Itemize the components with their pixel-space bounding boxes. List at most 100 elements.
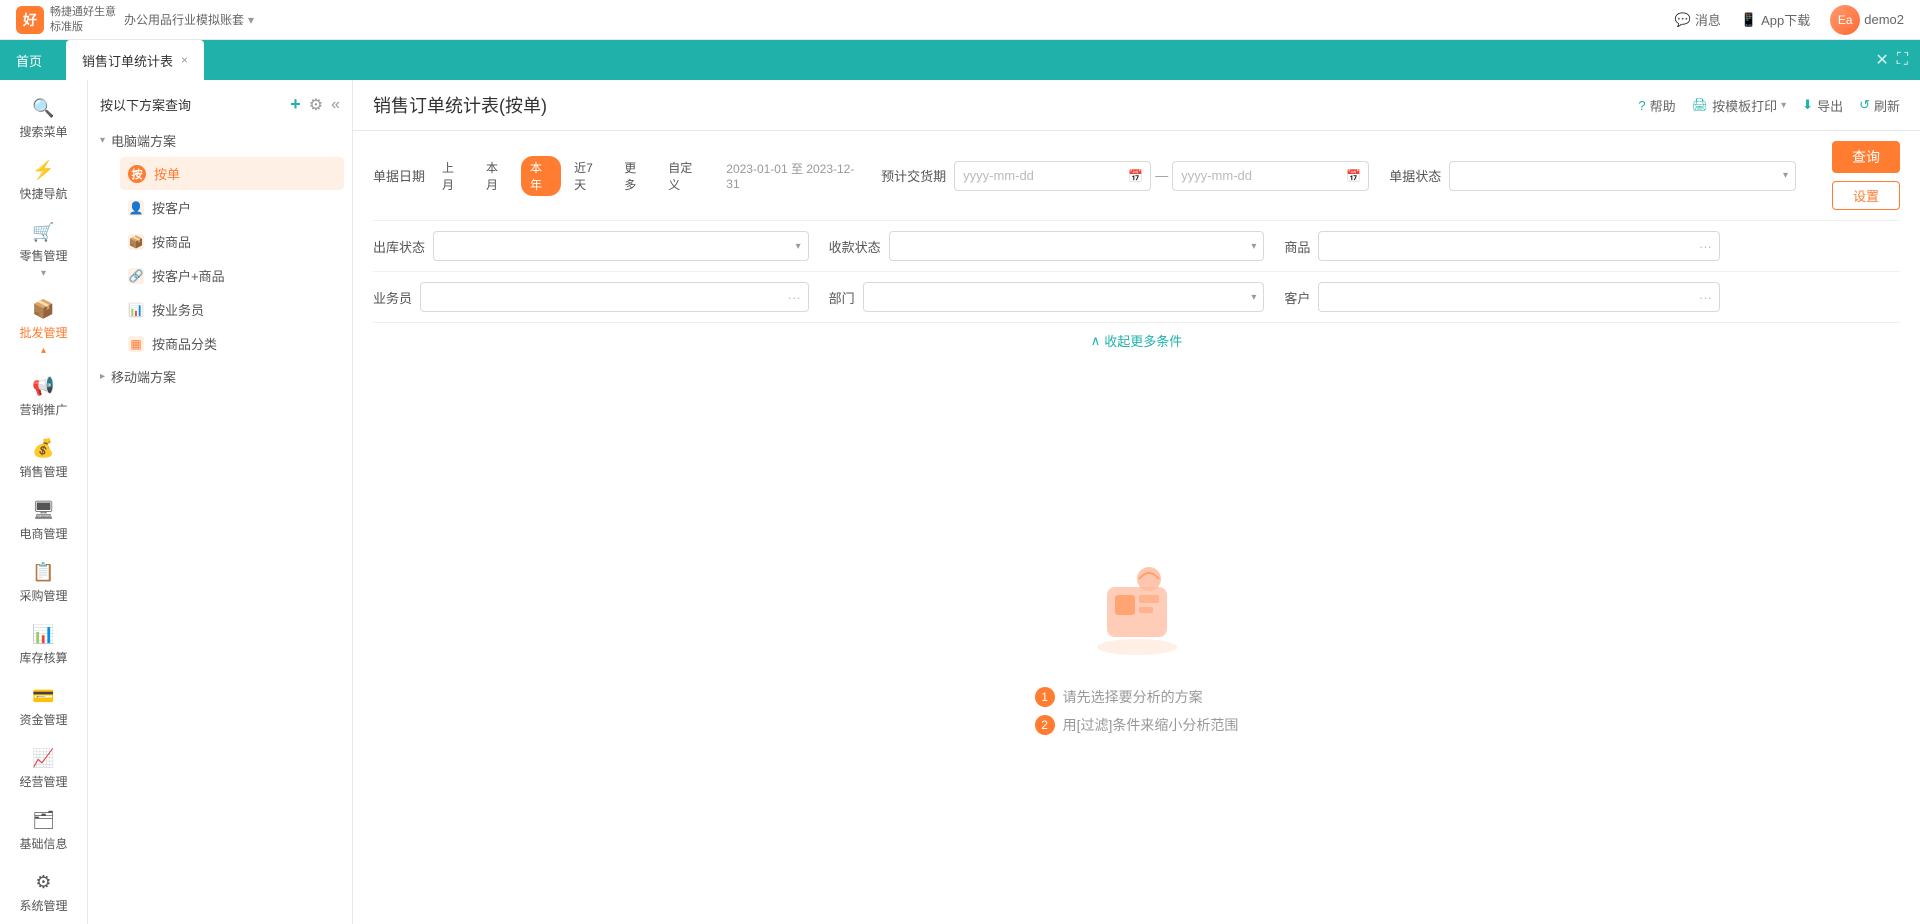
goods-more-icon[interactable]: ··· bbox=[1699, 239, 1712, 254]
delivery-status-select[interactable] bbox=[433, 231, 809, 261]
sidebar-item-finance[interactable]: 💳 资金管理 bbox=[0, 676, 87, 738]
add-scheme-button[interactable]: + bbox=[290, 94, 301, 115]
sidebar-item-sales[interactable]: 💰 销售管理 bbox=[0, 428, 87, 490]
tab-bar-right: ✕ ⛶ bbox=[1875, 50, 1920, 70]
inventory-icon: 📊 bbox=[32, 624, 54, 645]
collapse-label: 收起更多条件 bbox=[1104, 331, 1182, 350]
quicknav-icon: ⚡ bbox=[32, 160, 54, 181]
goods-label: 商品 bbox=[1284, 237, 1310, 256]
scheme-item-by-customer-product[interactable]: 🔗 按客户+商品 bbox=[120, 259, 344, 292]
wholesale-arrow-icon: ▴ bbox=[41, 345, 46, 356]
filter-cell-salesperson: 业务员 ··· bbox=[373, 282, 829, 312]
scheme-item-by-salesperson[interactable]: 📊 按业务员 bbox=[120, 293, 344, 326]
tab-close-all-icon[interactable]: ✕ bbox=[1875, 50, 1888, 70]
sidebar-item-marketing[interactable]: 📢 营销推广 bbox=[0, 366, 87, 428]
scheme-group-pc-header[interactable]: ▾ 电脑端方案 bbox=[88, 125, 352, 156]
salesperson-more-icon[interactable]: ··· bbox=[788, 290, 801, 305]
date-tabs: 上月 本月 本年 近7天 更多 自定义 bbox=[433, 156, 710, 196]
top-bar-right: 💬 消息 📱 App下载 Ea demo2 bbox=[1675, 5, 1904, 35]
date-label: 单据日期 bbox=[373, 166, 425, 185]
date-tab-this-year[interactable]: 本年 bbox=[521, 156, 561, 196]
user-action[interactable]: Ea demo2 bbox=[1830, 5, 1904, 35]
sidebar-item-purchase[interactable]: 📋 采购管理 bbox=[0, 552, 87, 614]
date-tab-7days[interactable]: 近7天 bbox=[565, 156, 611, 196]
settings-button[interactable]: 设置 bbox=[1832, 181, 1900, 210]
logo-text: 畅捷通好生意 标准版 bbox=[50, 5, 116, 34]
content-inner: 按以下方案查询 + ⚙ « ▾ 电脑端方案 bbox=[88, 80, 1920, 924]
scheme-item-by-category[interactable]: ▦ 按商品分类 bbox=[120, 327, 344, 360]
system-icon: ⚙ bbox=[35, 872, 51, 893]
tab-active[interactable]: 销售订单统计表 × bbox=[66, 40, 204, 80]
content-area: 按以下方案查询 + ⚙ « ▾ 电脑端方案 bbox=[88, 80, 1920, 924]
department-select[interactable] bbox=[863, 282, 1265, 312]
payment-status-select[interactable] bbox=[889, 231, 1265, 261]
date-tab-this-month[interactable]: 本月 bbox=[477, 156, 517, 196]
department-label: 部门 bbox=[829, 288, 855, 307]
scheme-group-mobile-header[interactable]: ▸ 移动端方案 bbox=[88, 361, 352, 392]
print-action[interactable]: 🖨 按模板打印 ▾ bbox=[1692, 96, 1787, 115]
salesperson-label: 业务员 bbox=[373, 288, 412, 307]
avatar: Ea bbox=[1830, 5, 1860, 35]
refresh-action[interactable]: ↺ 刷新 bbox=[1859, 96, 1900, 115]
filter-cell-customer: 客户 ··· bbox=[1284, 282, 1740, 312]
app-download-action[interactable]: 📱 App下载 bbox=[1741, 10, 1810, 29]
by-customer-icon: 👤 bbox=[128, 200, 144, 216]
sidebar-item-inventory[interactable]: 📊 库存核算 bbox=[0, 614, 87, 676]
date-tab-custom[interactable]: 自定义 bbox=[659, 156, 710, 196]
scheme-item-by-order[interactable]: 按 按单 bbox=[120, 157, 344, 190]
sidebar-item-quicknav[interactable]: ⚡ 快捷导航 bbox=[0, 150, 87, 212]
sidebar-item-ecommerce[interactable]: 🖥 电商管理 bbox=[0, 490, 87, 552]
settings-scheme-button[interactable]: ⚙ bbox=[309, 95, 323, 115]
tab-expand-icon[interactable]: ⛶ bbox=[1897, 51, 1908, 69]
tab-home[interactable]: 首页 bbox=[0, 40, 58, 80]
customer-input[interactable] bbox=[1318, 282, 1720, 312]
empty-step-2: 2 用[过滤]条件来缩小分析范围 bbox=[1035, 715, 1239, 735]
goods-input[interactable] bbox=[1318, 231, 1720, 261]
page-header-actions: ? 帮助 🖨 按模板打印 ▾ ⬇ 导出 ↺ bbox=[1638, 96, 1900, 115]
customer-more-icon[interactable]: ··· bbox=[1699, 290, 1712, 305]
forecast-date-label: 预计交货期 bbox=[881, 166, 946, 185]
salesperson-input[interactable] bbox=[420, 282, 809, 312]
left-panel-header: 按以下方案查询 + ⚙ « bbox=[88, 88, 352, 121]
breadcrumb-dropdown-icon[interactable]: ▾ bbox=[248, 13, 254, 27]
step-2-icon: 2 bbox=[1035, 715, 1055, 735]
left-panel-actions: + ⚙ « bbox=[290, 94, 340, 115]
scheme-item-by-product[interactable]: 📦 按商品 bbox=[120, 225, 344, 258]
pc-group-arrow-icon: ▾ bbox=[100, 135, 105, 146]
collapse-bar[interactable]: ∧ 收起更多条件 bbox=[373, 323, 1900, 358]
status-select[interactable] bbox=[1449, 161, 1796, 191]
query-button[interactable]: 查询 bbox=[1832, 141, 1900, 173]
date-range-info: 2023-01-01 至 2023-12-31 bbox=[726, 160, 861, 191]
export-action[interactable]: ⬇ 导出 bbox=[1802, 96, 1843, 115]
step-1-icon: 1 bbox=[1035, 687, 1055, 707]
forecast-date-start[interactable] bbox=[954, 161, 1151, 191]
tab-close-button[interactable]: × bbox=[181, 53, 188, 67]
by-customer-product-icon: 🔗 bbox=[128, 268, 144, 284]
mobile-group-arrow-icon: ▸ bbox=[100, 371, 105, 382]
date-tab-more[interactable]: 更多 bbox=[615, 156, 655, 196]
refresh-icon: ↺ bbox=[1859, 97, 1870, 113]
forecast-date-end[interactable] bbox=[1172, 161, 1369, 191]
filter-cell-forecast: 预计交货期 📅 — 📅 bbox=[881, 161, 1389, 191]
message-action[interactable]: 💬 消息 bbox=[1675, 10, 1721, 29]
logo-box: 好 畅捷通好生意 标准版 bbox=[16, 5, 116, 34]
sidebar-item-retail[interactable]: 🛒 零售管理 ▾ bbox=[0, 212, 87, 289]
app-icon: 📱 bbox=[1741, 12, 1757, 28]
help-action[interactable]: ? 帮助 bbox=[1638, 96, 1675, 115]
left-panel: 按以下方案查询 + ⚙ « ▾ 电脑端方案 bbox=[88, 80, 353, 924]
by-salesperson-icon: 📊 bbox=[128, 302, 144, 318]
sidebar-item-search[interactable]: 🔍 搜索菜单 bbox=[0, 88, 87, 150]
sidebar: 🔍 搜索菜单 ⚡ 快捷导航 🛒 零售管理 ▾ 📦 批发管理 ▴ 📢 营销推广 💰… bbox=[0, 80, 88, 924]
sidebar-item-basic[interactable]: 🗂 基础信息 bbox=[0, 800, 87, 862]
marketing-icon: 📢 bbox=[32, 376, 54, 397]
left-panel-title: 按以下方案查询 bbox=[100, 95, 191, 114]
sidebar-item-operations[interactable]: 📈 经营管理 bbox=[0, 738, 87, 800]
page-header: 销售订单统计表(按单) ? 帮助 🖨 按模板打印 ▾ ⬇ bbox=[353, 80, 1920, 131]
date-tab-last-month[interactable]: 上月 bbox=[433, 156, 473, 196]
sidebar-item-system[interactable]: ⚙ 系统管理 bbox=[0, 862, 87, 924]
collapse-panel-button[interactable]: « bbox=[331, 96, 340, 114]
scheme-item-by-customer[interactable]: 👤 按客户 bbox=[120, 191, 344, 224]
sidebar-item-wholesale[interactable]: 📦 批发管理 ▴ bbox=[0, 289, 87, 366]
scheme-items-pc: 按 按单 👤 按客户 📦 按商品 bbox=[88, 157, 352, 360]
purchase-icon: 📋 bbox=[32, 562, 54, 583]
